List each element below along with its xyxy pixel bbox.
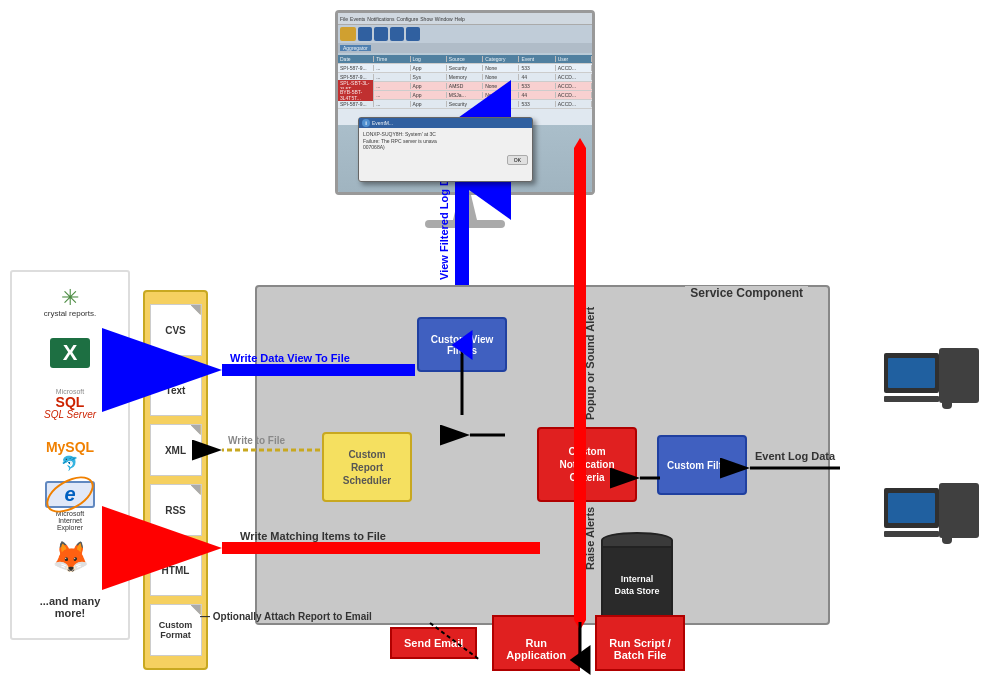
file-icon-html: HTML (150, 544, 202, 596)
ie-logo: e MicrosoftInternetExplorer (25, 481, 115, 531)
service-component-label: Service Component (685, 286, 808, 300)
run-application-box: Run Application (492, 615, 580, 671)
custom-view-filters: Custom View Filters (417, 317, 507, 372)
service-component-box: Service Component Custom View Filters In… (255, 285, 830, 625)
mysql-logo: MySQL 🐬 (25, 430, 115, 480)
firefox-logo: 🦊 (25, 532, 115, 582)
file-icons-panel: CVS Text XML RSS HTML Custom Format (143, 290, 208, 670)
monitor-base (425, 220, 505, 228)
crystal-reports-logo: ✳ crystal reports. (25, 277, 115, 327)
custom-notification-criteria: Custom Notification Criteria (537, 427, 637, 502)
monitor-screen: FileEventsNotificationsConfigureShowWind… (335, 10, 595, 195)
diagram: FileEventsNotificationsConfigureShowWind… (0, 0, 1004, 696)
file-icon-rss: RSS (150, 484, 202, 536)
and-more-label: ...and manymore! (25, 582, 115, 632)
computers-panel (874, 330, 994, 580)
file-icon-text: Text (150, 364, 202, 416)
custom-filters: Custom Filters (657, 435, 747, 495)
file-icon-cvs: CVS (150, 304, 202, 356)
computer-2 (884, 483, 984, 563)
custom-report-scheduler: Custom Report Scheduler (322, 432, 412, 502)
logos-panel: ✳ crystal reports. X Microsoft SQL SQL S… (10, 270, 130, 640)
sql-server-logo: Microsoft SQL SQL Server (25, 379, 115, 429)
monitor-stand (450, 195, 480, 220)
send-email-box: Send Email (390, 627, 477, 659)
file-icon-custom-format: Custom Format (150, 604, 202, 656)
excel-logo: X (25, 328, 115, 378)
monitor: FileEventsNotificationsConfigureShowWind… (320, 10, 610, 250)
action-boxes: Send Email Run Application Run Script / … (390, 615, 685, 671)
internal-data-store: Internal Data Store (432, 417, 522, 527)
file-icon-xml: XML (150, 424, 202, 476)
run-script-box: Run Script / Batch File (595, 615, 685, 671)
computer-1 (884, 348, 984, 428)
